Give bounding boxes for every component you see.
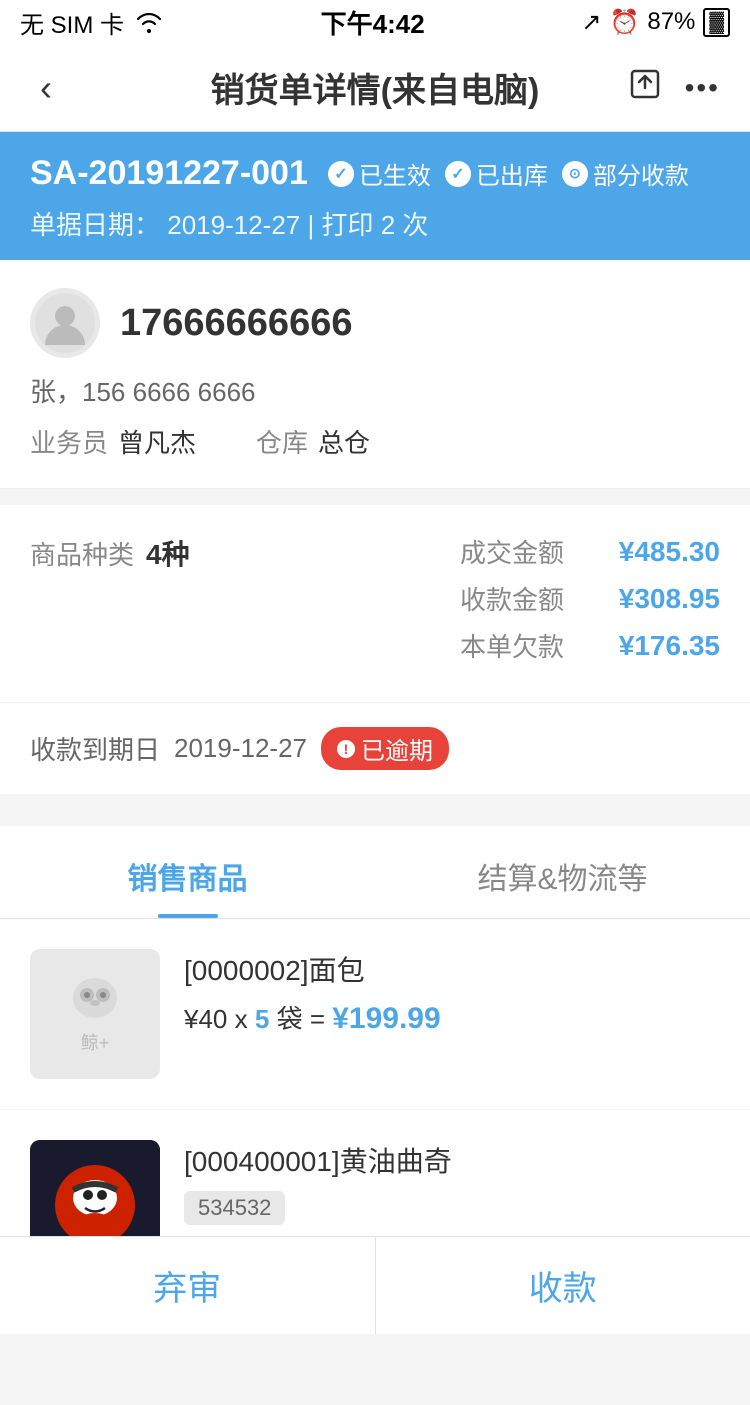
status-bar: 无 SIM 卡 下午4:42 ↗ ⏰ 87% ▓ xyxy=(0,0,750,44)
tab-settlement[interactable]: 结算&物流等 xyxy=(375,826,750,918)
tabs-section: 销售商品 结算&物流等 鲸+ [0000002]面包 xyxy=(0,826,750,1307)
sales-rep-item: 业务员 曾凡杰 xyxy=(30,423,196,460)
more-icon[interactable]: ••• xyxy=(685,72,720,104)
order-status-badges: ✓ 已生效 ✓ 已出库 ⊙ 部分收款 xyxy=(328,156,689,191)
kinds-value: 4种 xyxy=(146,533,190,573)
carrier-text: 无 SIM 卡 xyxy=(20,5,124,40)
status-bar-left: 无 SIM 卡 xyxy=(20,5,164,40)
divider-2 xyxy=(0,794,750,810)
warehouse-item: 仓库 总仓 xyxy=(256,423,370,460)
product-brand-label: 鲸+ xyxy=(81,1029,110,1055)
product-sku-2: 534532 xyxy=(184,1191,285,1225)
clock-icon: ⊙ xyxy=(562,161,588,187)
due-label: 收款到期日 xyxy=(30,730,160,767)
product-total-1: ¥199.99 xyxy=(332,1002,440,1035)
status-bar-time: 下午4:42 xyxy=(321,4,425,41)
product-info-1: [0000002]面包 ¥40 x 5 袋 = ¥199.99 xyxy=(184,949,720,1036)
cancel-button[interactable]: 弃审 xyxy=(0,1237,376,1334)
amount-value: ¥485.30 xyxy=(619,536,720,568)
alarm-icon: ⏰ xyxy=(609,8,639,37)
divider-1 xyxy=(0,489,750,505)
nav-actions: ••• xyxy=(629,68,720,108)
order-date-row: 单据日期： 2019-12-27 | 打印 2 次 xyxy=(30,205,720,242)
customer-meta: 业务员 曾凡杰 仓库 总仓 xyxy=(30,423,720,460)
owed-label: 本单欠款 xyxy=(460,627,564,664)
amount-row: 成交金额 ¥485.30 xyxy=(460,533,720,570)
nav-bar: ‹ 销货单详情(来自电脑) ••• xyxy=(0,44,750,132)
summary-section: 商品种类 4种 成交金额 ¥485.30 收款金额 ¥308.95 本单欠款 ¥… xyxy=(0,505,750,702)
received-value: ¥308.95 xyxy=(619,583,720,615)
share-icon[interactable] xyxy=(629,68,661,108)
overdue-badge: ! 已逾期 xyxy=(321,727,449,770)
kinds-row: 商品种类 4种 xyxy=(30,533,190,573)
received-label: 收款金额 xyxy=(460,580,564,617)
back-button[interactable]: ‹ xyxy=(30,57,62,119)
page-title: 销货单详情(来自电脑) xyxy=(211,63,540,112)
overdue-icon: ! xyxy=(337,740,355,758)
customer-section: 17666666666 张，156 6666 6666 业务员 曾凡杰 仓库 总… xyxy=(0,260,750,489)
warehouse-label: 仓库 xyxy=(256,423,308,460)
tabs-bar: 销售商品 结算&物流等 xyxy=(0,826,750,919)
bottom-bar: 弃审 收款 xyxy=(0,1236,750,1334)
due-section: 收款到期日 2019-12-27 ! 已逾期 xyxy=(0,702,750,794)
warehouse-value: 总仓 xyxy=(318,423,370,460)
sales-rep-label: 业务员 xyxy=(30,423,108,460)
owed-row: 本单欠款 ¥176.35 xyxy=(460,627,720,664)
amount-label: 成交金额 xyxy=(460,533,564,570)
customer-top: 17666666666 xyxy=(30,288,720,358)
order-banner-top: SA-20191227-001 ✓ 已生效 ✓ 已出库 ⊙ 部分收款 xyxy=(30,154,720,193)
product-name-1: [0000002]面包 xyxy=(184,949,720,989)
product-price-1: ¥40 x 5 袋 = ¥199.99 xyxy=(184,999,720,1036)
product-qty-1: 5 xyxy=(255,1004,269,1034)
badge-effective: ✓ 已生效 xyxy=(328,156,431,191)
order-banner: SA-20191227-001 ✓ 已生效 ✓ 已出库 ⊙ 部分收款 单据日期：… xyxy=(0,132,750,260)
summary-right: 成交金额 ¥485.30 收款金额 ¥308.95 本单欠款 ¥176.35 xyxy=(460,533,720,674)
wifi-icon xyxy=(134,11,164,33)
customer-phone: 17666666666 xyxy=(120,302,352,345)
badge-partial-payment: ⊙ 部分收款 xyxy=(562,156,689,191)
status-bar-right: ↗ ⏰ 87% ▓ xyxy=(581,8,730,37)
battery-icon: ▓ xyxy=(703,8,730,37)
avatar xyxy=(30,288,100,358)
customer-name-phone: 张，156 6666 6666 xyxy=(30,372,720,409)
badge-shipped: ✓ 已出库 xyxy=(445,156,548,191)
received-row: 收款金额 ¥308.95 xyxy=(460,580,720,617)
check-icon-1: ✓ xyxy=(328,161,354,187)
overdue-label: 已逾期 xyxy=(361,731,433,766)
order-id: SA-20191227-001 xyxy=(30,154,308,193)
sales-rep-value: 曾凡杰 xyxy=(118,423,196,460)
product-name-2: [000400001]黄油曲奇 xyxy=(184,1140,720,1180)
kinds-label: 商品种类 xyxy=(30,535,134,572)
due-value: 2019-12-27 xyxy=(174,733,307,764)
tab-sales-products[interactable]: 销售商品 xyxy=(0,826,375,918)
confirm-button[interactable]: 收款 xyxy=(376,1237,750,1334)
product-item: 鲸+ [0000002]面包 ¥40 x 5 袋 = ¥199.99 xyxy=(0,919,750,1110)
check-icon-2: ✓ xyxy=(445,161,471,187)
owed-value: ¥176.35 xyxy=(619,630,720,662)
product-image-1: 鲸+ xyxy=(30,949,160,1079)
battery-text: 87% xyxy=(647,8,695,36)
summary-left: 商品种类 4种 xyxy=(30,533,190,585)
location-icon: ↗ xyxy=(581,8,601,37)
